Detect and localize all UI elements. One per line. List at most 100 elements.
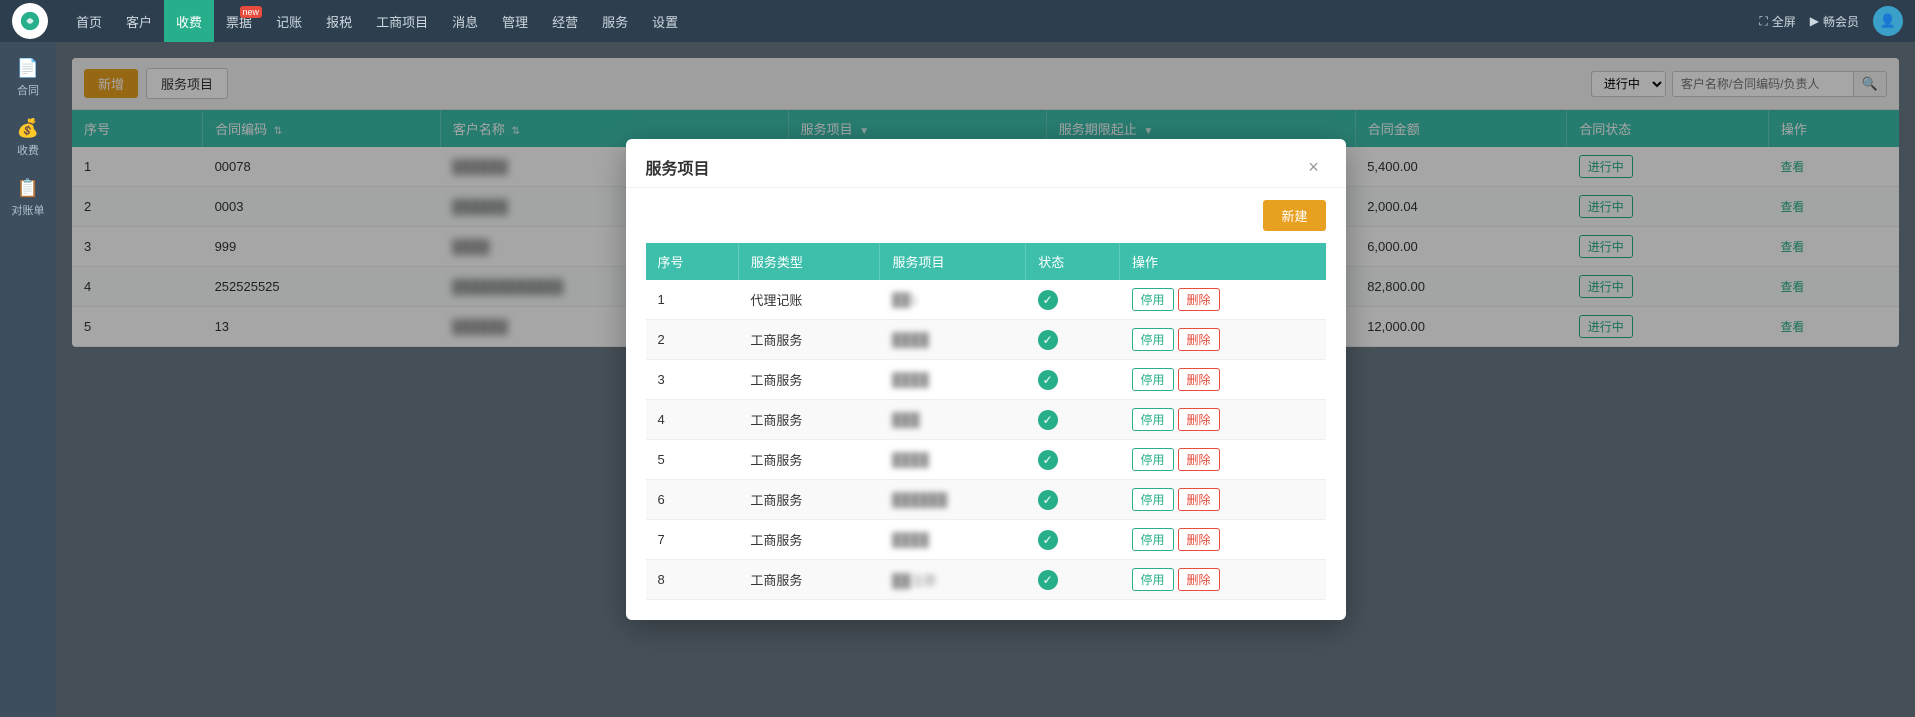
status-check-icon: ✓	[1038, 570, 1058, 590]
modal-cell-item: ██注册	[880, 560, 1026, 600]
service-items-table: 序号 服务类型 服务项目 状态 操作 1 代理记账 ██1 ✓	[646, 243, 1326, 600]
delete-button[interactable]: 删除	[1178, 488, 1220, 511]
stop-button[interactable]: 停用	[1132, 448, 1174, 471]
top-navigation: 首页 客户 收费 票据 new 记账 报税 工商项目 消息 管理 经营 服务 设…	[0, 0, 1915, 42]
modal-cell-type: 工商服务	[738, 440, 880, 480]
modal-cell-no: 6	[646, 480, 739, 520]
action-cell: 停用 删除	[1132, 288, 1314, 311]
modal-overlay[interactable]: 服务项目 × 新建 序号 服务类型 服务项目 状态	[56, 42, 1915, 717]
nav-piao[interactable]: 票据 new	[214, 0, 264, 42]
action-cell: 停用 删除	[1132, 408, 1314, 431]
delete-button[interactable]: 删除	[1178, 568, 1220, 591]
nav-customer[interactable]: 客户	[114, 0, 164, 42]
modal-cell-item: ████	[880, 520, 1026, 560]
nav-gongshang[interactable]: 工商项目	[364, 0, 440, 42]
nav-xiaoxi[interactable]: 消息	[440, 0, 490, 42]
modal-header: 服务项目 ×	[626, 139, 1346, 188]
stop-button[interactable]: 停用	[1132, 568, 1174, 591]
action-cell: 停用 删除	[1132, 368, 1314, 391]
modal-col-no: 序号	[646, 243, 739, 280]
status-check-icon: ✓	[1038, 290, 1058, 310]
action-cell: 停用 删除	[1132, 568, 1314, 591]
modal-col-item: 服务项目	[880, 243, 1026, 280]
modal-cell-action: 停用 删除	[1120, 360, 1326, 400]
nav-jingying[interactable]: 经营	[540, 0, 590, 42]
modal-table-row: 4 工商服务 ███ ✓ 停用 删除	[646, 400, 1326, 440]
sidebar-label-shoufei: 收费	[17, 142, 39, 158]
nav-guanli[interactable]: 管理	[490, 0, 540, 42]
delete-button[interactable]: 删除	[1178, 368, 1220, 391]
sidebar-item-hetong[interactable]: 📄 合同	[2, 50, 54, 106]
modal-cell-action: 停用 删除	[1120, 320, 1326, 360]
modal-cell-status: ✓	[1026, 560, 1120, 600]
modal-table-row: 6 工商服务 ██████ ✓ 停用 删除	[646, 480, 1326, 520]
delete-button[interactable]: 删除	[1178, 328, 1220, 351]
modal-cell-status: ✓	[1026, 440, 1120, 480]
service-items-modal: 服务项目 × 新建 序号 服务类型 服务项目 状态	[626, 139, 1346, 620]
sidebar-item-duizhang[interactable]: 📋 对账单	[2, 170, 54, 226]
modal-cell-action: 停用 删除	[1120, 440, 1326, 480]
action-cell: 停用 删除	[1132, 488, 1314, 511]
stop-button[interactable]: 停用	[1132, 288, 1174, 311]
action-cell: 停用 删除	[1132, 528, 1314, 551]
fee-icon: 💰	[17, 118, 39, 139]
stop-button[interactable]: 停用	[1132, 368, 1174, 391]
member-icon: ▶	[1810, 14, 1819, 28]
modal-table-row: 3 工商服务 ████ ✓ 停用 删除	[646, 360, 1326, 400]
statement-icon: 📋	[17, 178, 39, 199]
modal-table-row: 2 工商服务 ████ ✓ 停用 删除	[646, 320, 1326, 360]
delete-button[interactable]: 删除	[1178, 408, 1220, 431]
nav-baoshui[interactable]: 报税	[314, 0, 364, 42]
avatar-icon: 👤	[1880, 13, 1896, 29]
modal-close-button[interactable]: ×	[1302, 155, 1326, 179]
modal-new-button[interactable]: 新建	[1263, 200, 1325, 231]
app-logo[interactable]	[12, 3, 48, 39]
status-check-icon: ✓	[1038, 450, 1058, 470]
modal-table-header-row: 序号 服务类型 服务项目 状态 操作	[646, 243, 1326, 280]
modal-cell-status: ✓	[1026, 280, 1120, 320]
nav-jizhang[interactable]: 记账	[264, 0, 314, 42]
delete-button[interactable]: 删除	[1178, 448, 1220, 471]
action-cell: 停用 删除	[1132, 328, 1314, 351]
stop-button[interactable]: 停用	[1132, 528, 1174, 551]
modal-table-row: 1 代理记账 ██1 ✓ 停用 删除	[646, 280, 1326, 320]
modal-table-row: 5 工商服务 ████ ✓ 停用 删除	[646, 440, 1326, 480]
stop-button[interactable]: 停用	[1132, 328, 1174, 351]
nav-shoufei[interactable]: 收费	[164, 0, 214, 42]
status-check-icon: ✓	[1038, 490, 1058, 510]
main-content: 新增 服务项目 进行中 全部 已终止 🔍	[56, 42, 1915, 717]
modal-cell-type: 工商服务	[738, 520, 880, 560]
member-button[interactable]: ▶ 畅会员	[1810, 13, 1859, 30]
modal-cell-type: 工商服务	[738, 320, 880, 360]
stop-button[interactable]: 停用	[1132, 488, 1174, 511]
nav-fuwu[interactable]: 服务	[590, 0, 640, 42]
modal-cell-item: ████	[880, 320, 1026, 360]
stop-button[interactable]: 停用	[1132, 408, 1174, 431]
sidebar-label-duizhang: 对账单	[12, 202, 45, 218]
modal-cell-item: ██1	[880, 280, 1026, 320]
modal-cell-status: ✓	[1026, 400, 1120, 440]
modal-cell-no: 2	[646, 320, 739, 360]
sidebar-item-shoufei[interactable]: 💰 收费	[2, 110, 54, 166]
modal-cell-item: ████	[880, 440, 1026, 480]
main-layout: 📄 合同 💰 收费 📋 对账单 新增 服务项目 进行中 全部 已终止	[0, 42, 1915, 717]
delete-button[interactable]: 删除	[1178, 288, 1220, 311]
modal-cell-no: 8	[646, 560, 739, 600]
nav-home[interactable]: 首页	[64, 0, 114, 42]
status-check-icon: ✓	[1038, 530, 1058, 550]
modal-cell-no: 7	[646, 520, 739, 560]
new-badge: new	[240, 6, 263, 18]
left-sidebar: 📄 合同 💰 收费 📋 对账单	[0, 42, 56, 717]
modal-cell-type: 代理记账	[738, 280, 880, 320]
modal-table-row: 7 工商服务 ████ ✓ 停用 删除	[646, 520, 1326, 560]
modal-cell-item: ████	[880, 360, 1026, 400]
nav-right-section: ⛶ 全屏 ▶ 畅会员 👤	[1759, 6, 1903, 36]
nav-shezhi[interactable]: 设置	[640, 0, 690, 42]
modal-cell-action: 停用 删除	[1120, 480, 1326, 520]
delete-button[interactable]: 删除	[1178, 528, 1220, 551]
fullscreen-button[interactable]: ⛶ 全屏	[1759, 13, 1795, 30]
modal-cell-action: 停用 删除	[1120, 400, 1326, 440]
modal-cell-no: 5	[646, 440, 739, 480]
modal-body: 序号 服务类型 服务项目 状态 操作 1 代理记账 ██1 ✓	[626, 243, 1346, 620]
avatar[interactable]: 👤	[1873, 6, 1903, 36]
